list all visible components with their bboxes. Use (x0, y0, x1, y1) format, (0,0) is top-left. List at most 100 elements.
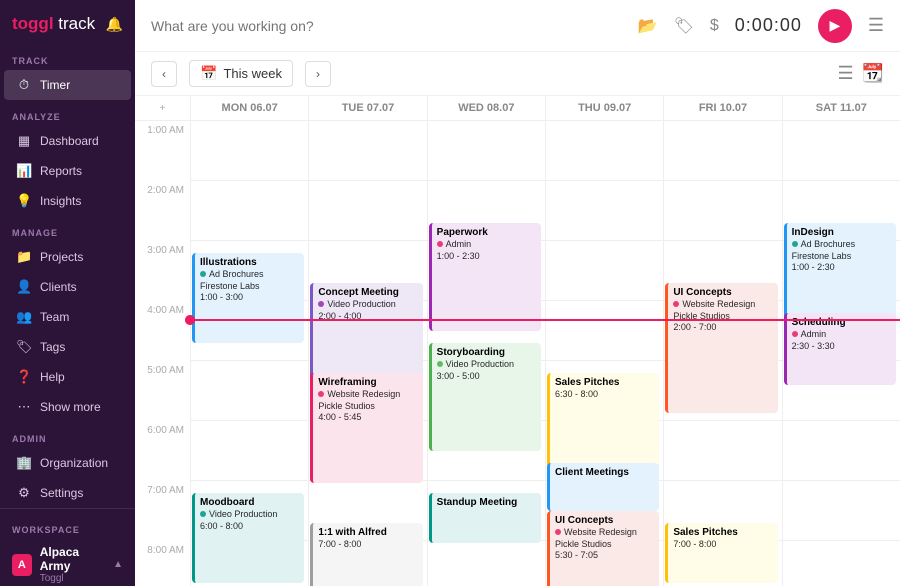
day-cell-5-2 (782, 241, 900, 301)
day-cell-1-5 (308, 421, 426, 481)
day-cell-4-3 (663, 301, 781, 361)
workspace-sub: Toggl (40, 573, 105, 584)
day-cell-0-0 (190, 121, 308, 181)
logo: toggl track 🔔 (0, 0, 135, 44)
sidebar-item-help[interactable]: ❓ Help (4, 362, 131, 392)
dashboard-label: Dashboard (40, 134, 99, 148)
logo-text: toggl track (12, 14, 95, 34)
day-cell-4-6 (663, 481, 781, 541)
time-gutter-header: + (135, 96, 190, 121)
day-cell-3-0 (545, 121, 663, 181)
workspace-avatar: A (12, 554, 32, 576)
prev-week-button[interactable]: ‹ (151, 61, 177, 87)
workspace-item[interactable]: A Alpaca Army Toggl ▲ (0, 539, 135, 586)
calendar-view-icon[interactable]: 📆 (862, 63, 884, 84)
sidebar-item-clients[interactable]: 👤 Clients (4, 272, 131, 302)
team-label: Team (40, 310, 69, 324)
day-cell-4-4 (663, 361, 781, 421)
day-cell-2-3 (427, 301, 545, 361)
sidebar-item-tags[interactable]: 🏷 Tags (4, 332, 131, 362)
logo-toggl: toggl (12, 14, 54, 33)
chevron-up-icon: ▲ (113, 559, 123, 570)
day-cell-3-5 (545, 421, 663, 481)
clients-icon: 👤 (16, 279, 32, 295)
day-cell-5-6 (782, 481, 900, 541)
calendar-grid-wrapper: +MON 06.07TUE 07.07WED 08.07THU 09.07FRI… (135, 96, 900, 586)
day-cell-2-2 (427, 241, 545, 301)
day-cell-5-3 (782, 301, 900, 361)
sidebar-item-show-more[interactable]: ⋯ Show more (4, 392, 131, 422)
day-cell-1-3 (308, 301, 426, 361)
reports-icon: 📊 (16, 163, 32, 179)
day-header-sat: SAT 11.07 (782, 96, 900, 121)
day-cell-1-7 (308, 541, 426, 586)
sidebar-item-dashboard[interactable]: ▦ Dashboard (4, 126, 131, 156)
insights-label: Insights (40, 194, 81, 208)
sidebar-item-settings[interactable]: ⚙ Settings (4, 478, 131, 508)
tag-icon[interactable]: 🏷 (674, 16, 694, 36)
day-cell-1-1 (308, 181, 426, 241)
timer-icon: ⏱ (16, 77, 32, 93)
sidebar-item-reports[interactable]: 📊 Reports (4, 156, 131, 186)
day-cell-5-5 (782, 421, 900, 481)
topbar: 📂 🏷 $ 0:00:00 ▶ ☰ (135, 0, 900, 52)
sidebar-item-organization[interactable]: 🏢 Organization (4, 448, 131, 478)
next-week-button[interactable]: › (305, 61, 331, 87)
day-cell-3-4 (545, 361, 663, 421)
sidebar-item-timer[interactable]: ⏱ Timer (4, 70, 131, 100)
track-section-label: TRACK (0, 44, 135, 70)
time-label-6: 7:00 AM (135, 481, 190, 541)
day-cell-0-2 (190, 241, 308, 301)
day-cell-5-0 (782, 121, 900, 181)
folder-icon[interactable]: 📂 (638, 16, 658, 36)
tags-icon: 🏷 (16, 339, 32, 355)
tags-label: Tags (40, 340, 65, 354)
day-cell-0-3 (190, 301, 308, 361)
day-cell-1-2 (308, 241, 426, 301)
day-cell-4-1 (663, 181, 781, 241)
day-header-tue: TUE 07.07 (308, 96, 426, 121)
dashboard-icon: ▦ (16, 133, 32, 149)
logo-track: track (58, 14, 95, 33)
day-cell-3-2 (545, 241, 663, 301)
time-label-7: 8:00 AM (135, 541, 190, 586)
list-view-icon[interactable]: ☰ (837, 63, 853, 84)
time-entry-input[interactable] (151, 18, 626, 34)
organization-label: Organization (40, 456, 108, 470)
analyze-section-label: ANALYZE (0, 100, 135, 126)
time-label-2: 3:00 AM (135, 241, 190, 301)
sidebar-item-insights[interactable]: 💡 Insights (4, 186, 131, 216)
topbar-icons: 📂 🏷 $ 0:00:00 ▶ ☰ (638, 9, 884, 43)
sidebar-item-projects[interactable]: 📁 Projects (4, 242, 131, 272)
more-menu-icon[interactable]: ☰ (868, 15, 884, 36)
day-cell-4-5 (663, 421, 781, 481)
day-cell-5-4 (782, 361, 900, 421)
this-week-button[interactable]: 📅 This week (189, 60, 293, 87)
sidebar-item-team[interactable]: 👥 Team (4, 302, 131, 332)
projects-label: Projects (40, 250, 83, 264)
settings-icon: ⚙ (16, 485, 32, 501)
time-label-5: 6:00 AM (135, 421, 190, 481)
sidebar-bottom: WORKSPACE A Alpaca Army Toggl ▲ SH Simon… (0, 508, 135, 586)
help-label: Help (40, 370, 65, 384)
play-button[interactable]: ▶ (818, 9, 852, 43)
billing-icon[interactable]: $ (710, 17, 719, 35)
calendar-grid: +MON 06.07TUE 07.07WED 08.07THU 09.07FRI… (135, 96, 900, 586)
day-cell-4-7 (663, 541, 781, 586)
timer-label: Timer (40, 78, 70, 92)
organization-icon: 🏢 (16, 455, 32, 471)
day-cell-4-2 (663, 241, 781, 301)
notification-bell-icon[interactable]: 🔔 (106, 16, 123, 33)
workspace-name: Alpaca Army (40, 545, 105, 573)
help-icon: ❓ (16, 369, 32, 385)
day-cell-5-7 (782, 541, 900, 586)
day-header-mon: MON 06.07 (190, 96, 308, 121)
day-cell-3-3 (545, 301, 663, 361)
day-cell-2-1 (427, 181, 545, 241)
day-header-fri: FRI 10.07 (663, 96, 781, 121)
sidebar: toggl track 🔔 TRACK ⏱ Timer ANALYZE ▦ Da… (0, 0, 135, 586)
day-cell-0-7 (190, 541, 308, 586)
show-more-label: Show more (40, 400, 101, 414)
day-cell-2-6 (427, 481, 545, 541)
day-cell-0-5 (190, 421, 308, 481)
